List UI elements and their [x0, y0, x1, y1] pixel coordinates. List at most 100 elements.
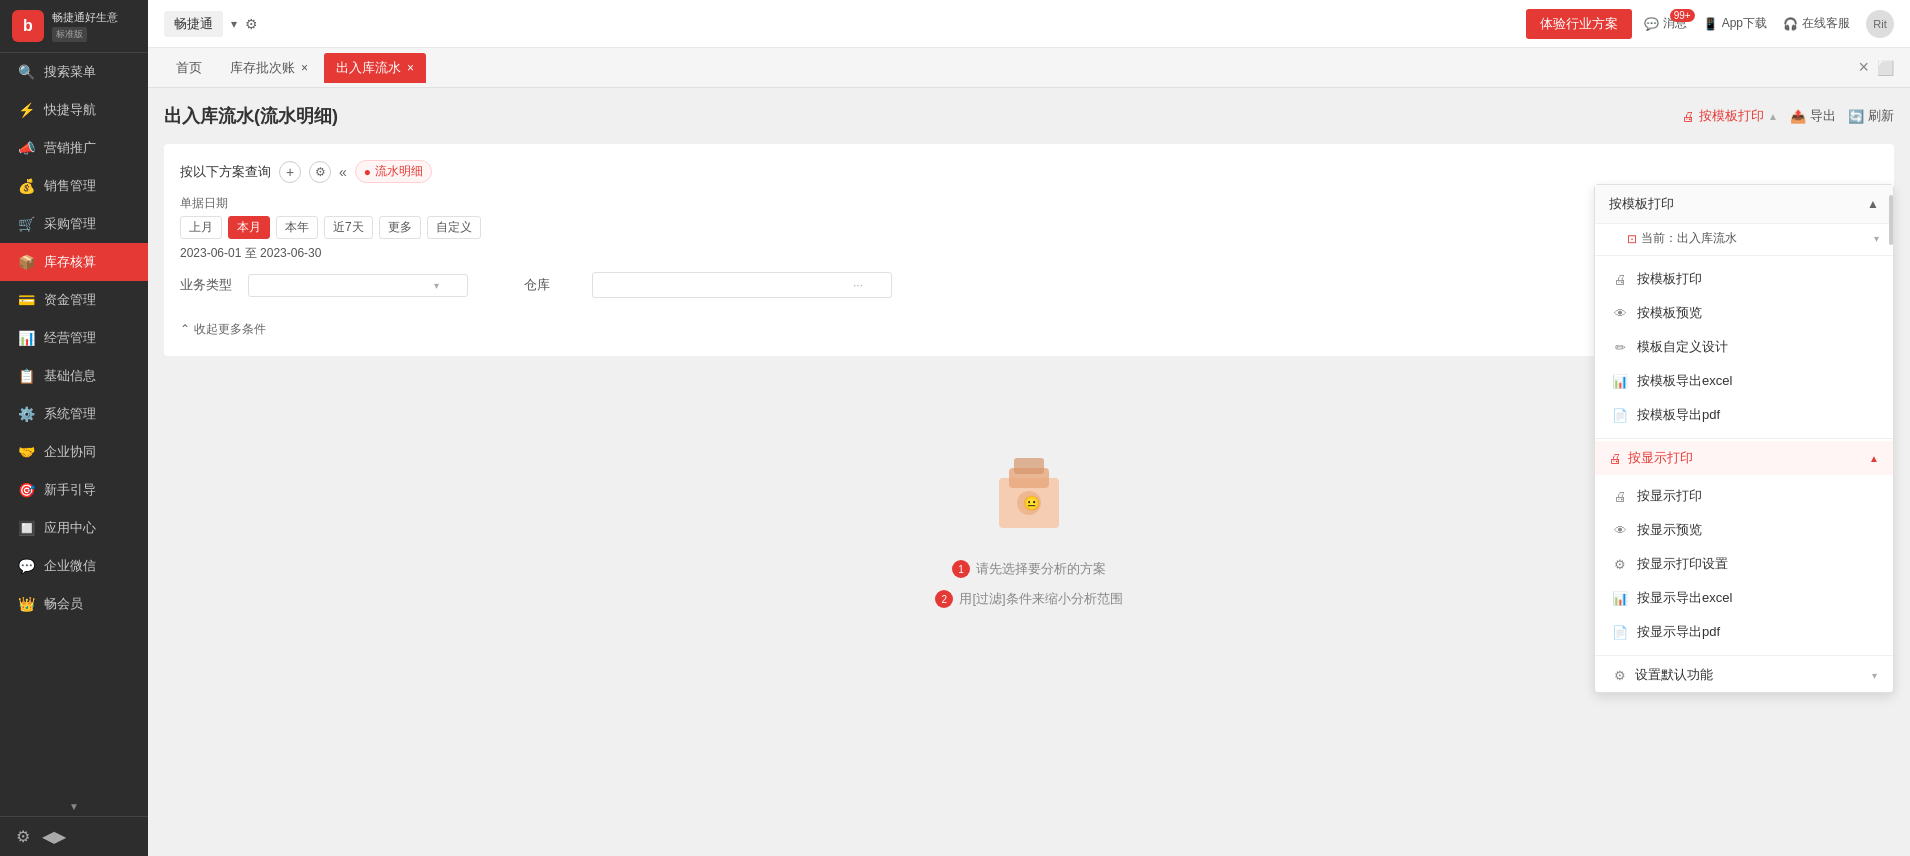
dropdown-current-item[interactable]: ⊡ 当前：出入库流水 ▾ [1595, 224, 1893, 253]
sidebar-item-wechat[interactable]: 💬 企业微信 [0, 547, 148, 585]
target-icon: 🎯 [16, 482, 36, 498]
sidebar-item-quick-nav[interactable]: ⚡ 快捷导航 [0, 91, 148, 129]
date-opt-7days[interactable]: 近7天 [324, 216, 373, 239]
page-title: 出入库流水(流水明细) [164, 104, 338, 128]
footer-collapse-icon[interactable]: ◀▶ [42, 827, 66, 846]
user-avatar[interactable]: Rit [1866, 10, 1894, 38]
sidebar-item-inventory[interactable]: 📦 库存核算 [0, 243, 148, 281]
window-close-btn[interactable]: × [1858, 57, 1869, 78]
sidebar-item-member[interactable]: 👑 畅会员 [0, 585, 148, 623]
sidebar-item-guide[interactable]: 🎯 新手引导 [0, 471, 148, 509]
date-opt-custom[interactable]: 自定义 [427, 216, 481, 239]
industry-btn[interactable]: 体验行业方案 [1526, 9, 1632, 39]
preview-icon: 👁 [1611, 304, 1629, 322]
svg-rect-2 [1014, 458, 1044, 474]
display-pdf-item[interactable]: 📄 按显示导出pdf [1595, 615, 1893, 649]
template-preview-item[interactable]: 👁 按模板预览 [1595, 296, 1893, 330]
chart-icon: 📊 [16, 330, 36, 346]
display-printer-icon: 🖨 [1611, 487, 1629, 505]
date-opt-this-month[interactable]: 本月 [228, 216, 270, 239]
tab-batch[interactable]: 库存批次账 × [218, 53, 320, 83]
template-custom-item[interactable]: ✏ 模板自定义设计 [1595, 330, 1893, 364]
default-settings-arrow: ▾ [1872, 670, 1877, 681]
sidebar-item-apps[interactable]: 🔲 应用中心 [0, 509, 148, 547]
sidebar-item-basic[interactable]: 📋 基础信息 [0, 357, 148, 395]
divider-3 [1595, 655, 1893, 656]
collapse-btn[interactable]: ⌃ 收起更多条件 [180, 321, 266, 338]
footer-settings-icon[interactable]: ⚙ [16, 827, 30, 846]
sidebar-scroll-down-arrow[interactable]: ▼ [69, 801, 79, 812]
business-type-select[interactable]: ▾ [248, 274, 468, 297]
card-icon: 💳 [16, 292, 36, 308]
print-btn[interactable]: 🖨 按模板打印 ▲ [1682, 107, 1778, 125]
dropdown-collapse-arrow[interactable]: ▲ [1867, 197, 1879, 211]
pdf-icon: 📄 [1611, 406, 1629, 424]
template-pdf-item[interactable]: 📄 按模板导出pdf [1595, 398, 1893, 432]
display-excel-item[interactable]: 📊 按显示导出excel [1595, 581, 1893, 615]
page-content: 出入库流水(流水明细) 🖨 按模板打印 ▲ 📤 导出 🔄 刷新 [148, 88, 1910, 856]
template-excel-item[interactable]: 📊 按模板导出excel [1595, 364, 1893, 398]
export-btn[interactable]: 📤 导出 [1790, 107, 1836, 125]
online-service-btn[interactable]: 🎧 在线客服 [1783, 15, 1850, 32]
display-section-arrow: ▲ [1869, 453, 1879, 464]
display-print-item[interactable]: 🖨 按显示打印 [1595, 479, 1893, 513]
date-field: 单据日期 上月 本月 本年 近7天 更多 自定义 2023-06-01 至 20… [180, 195, 481, 262]
date-options: 上月 本月 本年 近7天 更多 自定义 [180, 216, 481, 239]
chat-icon: 💬 [16, 558, 36, 574]
sidebar-logo: b 畅捷通好生意 标准版 [0, 0, 148, 53]
header-right: 💬 消息 99+ 📱 App下载 🎧 在线客服 Rit [1644, 10, 1894, 38]
header-dropdown-arrow[interactable]: ▾ [231, 17, 237, 31]
date-opt-more[interactable]: 更多 [379, 216, 421, 239]
refresh-icon: 🔄 [1848, 109, 1864, 124]
sidebar-item-operations[interactable]: 📊 经营管理 [0, 319, 148, 357]
messages-btn[interactable]: 💬 消息 99+ [1644, 15, 1687, 32]
dropdown-header: 按模板打印 ▲ [1595, 185, 1893, 224]
warehouse-more-icon: ··· [853, 278, 863, 292]
main-area: 畅捷通 ▾ ⚙ 体验行业方案 💬 消息 99+ 📱 App下载 🎧 在线客服 R… [148, 0, 1910, 856]
window-maximize-btn[interactable]: ⬜ [1877, 60, 1894, 76]
display-print-header-icon: 🖨 [1609, 451, 1622, 466]
sidebar-item-sales[interactable]: 💰 销售管理 [0, 167, 148, 205]
header-settings-icon[interactable]: ⚙ [245, 16, 258, 32]
megaphone-icon: 📣 [16, 140, 36, 156]
money-icon: 💰 [16, 178, 36, 194]
set-default-item[interactable]: ⚙ 设置默认功能 ▾ [1595, 658, 1893, 692]
filter-settings-btn[interactable]: ⚙ [309, 161, 331, 183]
sidebar-item-search[interactable]: 🔍 搜索菜单 [0, 53, 148, 91]
tab-flow-close[interactable]: × [407, 61, 414, 75]
excel-icon: 📊 [1611, 372, 1629, 390]
template-print-item[interactable]: 🖨 按模板打印 [1595, 262, 1893, 296]
print-dropdown-panel: 按模板打印 ▲ ⊡ 当前：出入库流水 ▾ 🖨 按模板打印 [1594, 184, 1894, 693]
refresh-btn[interactable]: 🔄 刷新 [1848, 107, 1894, 125]
tab-flow[interactable]: 出入库流水 × [324, 53, 426, 83]
export-icon: 📤 [1790, 109, 1806, 124]
page-actions: 🖨 按模板打印 ▲ 📤 导出 🔄 刷新 [1682, 107, 1894, 125]
warehouse-select[interactable]: ··· [592, 272, 892, 298]
sidebar-item-marketing[interactable]: 📣 营销推广 [0, 129, 148, 167]
clipboard-icon: 📋 [16, 368, 36, 384]
sidebar-item-finance[interactable]: 💳 资金管理 [0, 281, 148, 319]
date-range: 2023-06-01 至 2023-06-30 [180, 245, 481, 262]
logo-icon: b [12, 10, 44, 42]
edition-tag: 标准版 [52, 27, 87, 42]
tab-batch-close[interactable]: × [301, 61, 308, 75]
filter-add-btn[interactable]: + [279, 161, 301, 183]
display-preview-item[interactable]: 👁 按显示预览 [1595, 513, 1893, 547]
filter-collapse-btn[interactable]: « [339, 164, 347, 180]
header-username[interactable]: 畅捷通 [164, 11, 223, 37]
tab-home[interactable]: 首页 [164, 53, 214, 83]
sidebar-item-purchase[interactable]: 🛒 采购管理 [0, 205, 148, 243]
brand-name: 畅捷通好生意 [52, 10, 118, 24]
date-label: 单据日期 [180, 195, 481, 212]
sidebar-item-system[interactable]: ⚙️ 系统管理 [0, 395, 148, 433]
filter-header: 按以下方案查询 + ⚙ « ● 流水明细 [180, 160, 1878, 183]
display-excel-icon: 📊 [1611, 589, 1629, 607]
date-opt-this-year[interactable]: 本年 [276, 216, 318, 239]
phone-icon: 📱 [1703, 17, 1718, 31]
display-print-header[interactable]: 🖨 按显示打印 ▲ [1595, 441, 1893, 475]
date-opt-last-month[interactable]: 上月 [180, 216, 222, 239]
cart-icon: 🛒 [16, 216, 36, 232]
app-download-btn[interactable]: 📱 App下载 [1703, 15, 1767, 32]
sidebar-item-collab[interactable]: 🤝 企业协同 [0, 433, 148, 471]
display-settings-item[interactable]: ⚙ 按显示打印设置 [1595, 547, 1893, 581]
